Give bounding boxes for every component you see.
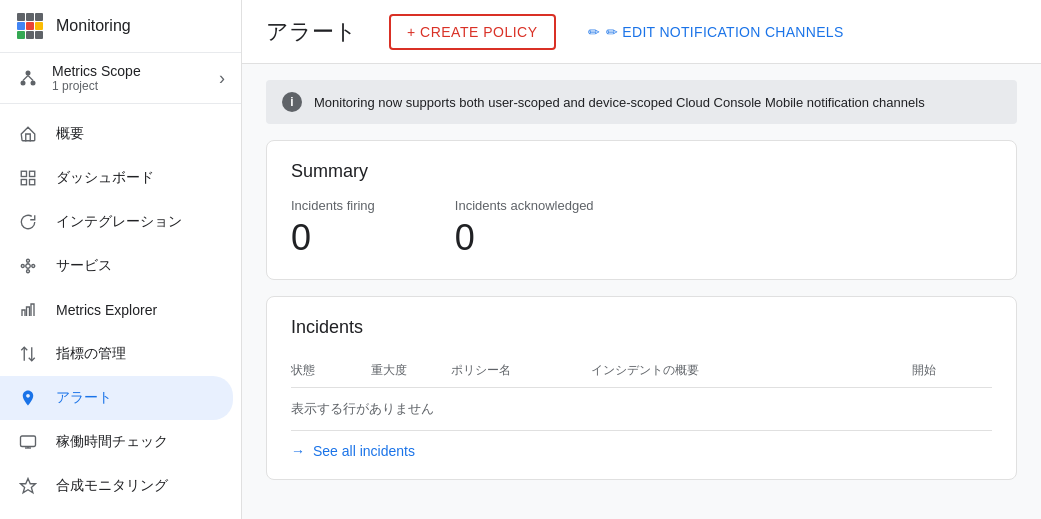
sidebar-item-alerts-label: アラート [56, 389, 112, 407]
col-summary-header: インシデントの概要 [591, 362, 892, 379]
info-banner-message: Monitoring now supports both user-scoped… [314, 95, 925, 110]
sidebar-item-integration[interactable]: インテグレーション [0, 200, 233, 244]
svg-marker-19 [21, 479, 36, 493]
edit-notification-channels-button[interactable]: ✏ ✏ EDIT NOTIFICATION CHANNELS [572, 16, 860, 48]
create-policy-button[interactable]: + CREATE POLICY [389, 14, 556, 50]
incidents-firing-label: Incidents firing [291, 198, 375, 213]
incidents-firing-value: 0 [291, 217, 375, 259]
sidebar-item-uptime-label: 稼働時間チェック [56, 433, 168, 451]
uptime-icon [16, 430, 40, 454]
sidebar-item-metrics-mgmt-label: 指標の管理 [56, 345, 126, 363]
see-all-label: See all incidents [313, 443, 415, 459]
sidebar-nav: 概要 ダッシュボード インテグレーション サービス Metrics Explor… [0, 104, 241, 519]
sidebar: Monitoring Metrics Scope 1 project › 概要 [0, 0, 242, 519]
info-banner: i Monitoring now supports both user-scop… [266, 80, 1017, 124]
see-all-incidents-link[interactable]: → See all incidents [291, 443, 992, 459]
svg-rect-8 [30, 180, 35, 185]
scope-name: Metrics Scope [52, 63, 219, 79]
svg-point-1 [21, 81, 26, 86]
overview-icon [16, 122, 40, 146]
incidents-card: Incidents 状態 重大度 ポリシー名 インシデントの概要 開始 表示する… [266, 296, 1017, 480]
incidents-empty-message: 表示する行がありません [291, 388, 992, 431]
svg-line-3 [23, 76, 28, 81]
summary-card: Summary Incidents firing 0 Incidents ack… [266, 140, 1017, 280]
sidebar-scope[interactable]: Metrics Scope 1 project › [0, 53, 241, 104]
incidents-title: Incidents [291, 317, 992, 338]
svg-point-10 [27, 259, 30, 262]
svg-point-11 [27, 270, 30, 273]
svg-rect-7 [21, 180, 26, 185]
edit-notification-label: ✏ EDIT NOTIFICATION CHANNELS [606, 24, 844, 40]
sidebar-item-metrics-explorer-label: Metrics Explorer [56, 302, 157, 318]
monitoring-icon [16, 12, 44, 40]
scope-arrow-icon: › [219, 68, 225, 89]
scope-sub: 1 project [52, 79, 219, 93]
alerts-icon [16, 386, 40, 410]
create-policy-label: + CREATE POLICY [407, 24, 538, 40]
sidebar-item-synthetic-label: 合成モニタリング [56, 477, 168, 495]
incidents-acknowledged-label: Incidents acknowledged [455, 198, 594, 213]
sidebar-item-overview-label: 概要 [56, 125, 84, 143]
svg-rect-5 [21, 171, 26, 176]
svg-line-4 [28, 76, 33, 81]
sidebar-item-synthetic[interactable]: 合成モニタリング [0, 464, 233, 508]
incidents-acknowledged-item: Incidents acknowledged 0 [455, 198, 594, 259]
main-content: i Monitoring now supports both user-scop… [242, 64, 1041, 519]
col-start-header: 開始 [912, 362, 992, 379]
sidebar-item-service[interactable]: サービス [0, 244, 233, 288]
col-policy-header: ポリシー名 [451, 362, 571, 379]
page-title: アラート [266, 17, 357, 47]
col-severity-header: 重大度 [371, 362, 431, 379]
svg-point-9 [26, 264, 31, 269]
sidebar-item-alerts[interactable]: アラート [0, 376, 233, 420]
sidebar-item-uptime[interactable]: 稼働時間チェック [0, 420, 233, 464]
sidebar-header: Monitoring [0, 0, 241, 53]
info-icon: i [282, 92, 302, 112]
sidebar-item-integration-label: インテグレーション [56, 213, 182, 231]
sidebar-item-dashboard-label: ダッシュボード [56, 169, 154, 187]
incidents-acknowledged-value: 0 [455, 217, 594, 259]
summary-grid: Incidents firing 0 Incidents acknowledge… [291, 198, 992, 259]
integration-icon [16, 210, 40, 234]
metrics-explorer-icon [16, 298, 40, 322]
svg-point-2 [31, 81, 36, 86]
col-status-header: 状態 [291, 362, 351, 379]
edit-pencil-icon: ✏ [588, 24, 600, 40]
service-icon [16, 254, 40, 278]
dashboard-icon [16, 166, 40, 190]
sidebar-item-metrics-mgmt[interactable]: 指標の管理 [0, 332, 233, 376]
incidents-firing-item: Incidents firing 0 [291, 198, 375, 259]
scope-text: Metrics Scope 1 project [52, 63, 219, 93]
main-header: アラート + CREATE POLICY ✏ ✏ EDIT NOTIFICATI… [242, 0, 1041, 64]
incidents-header: 状態 重大度 ポリシー名 インシデントの概要 開始 [291, 354, 992, 388]
incidents-table: 状態 重大度 ポリシー名 インシデントの概要 開始 表示する行がありません [291, 354, 992, 431]
svg-rect-16 [21, 436, 36, 447]
main-content-area: アラート + CREATE POLICY ✏ ✏ EDIT NOTIFICATI… [242, 0, 1041, 519]
sidebar-item-service-label: サービス [56, 257, 112, 275]
svg-rect-6 [30, 171, 35, 176]
arrow-right-icon: → [291, 443, 305, 459]
sidebar-item-groups[interactable]: グループ [0, 508, 233, 519]
metrics-mgmt-icon [16, 342, 40, 366]
sidebar-item-metrics-explorer[interactable]: Metrics Explorer [0, 288, 233, 332]
sidebar-item-dashboard[interactable]: ダッシュボード [0, 156, 233, 200]
svg-point-12 [21, 265, 24, 268]
summary-title: Summary [291, 161, 992, 182]
svg-point-0 [26, 71, 31, 76]
svg-point-13 [32, 265, 35, 268]
synthetic-icon [16, 474, 40, 498]
sidebar-item-overview[interactable]: 概要 [0, 112, 233, 156]
scope-icon [16, 66, 40, 90]
app-title: Monitoring [56, 17, 131, 35]
